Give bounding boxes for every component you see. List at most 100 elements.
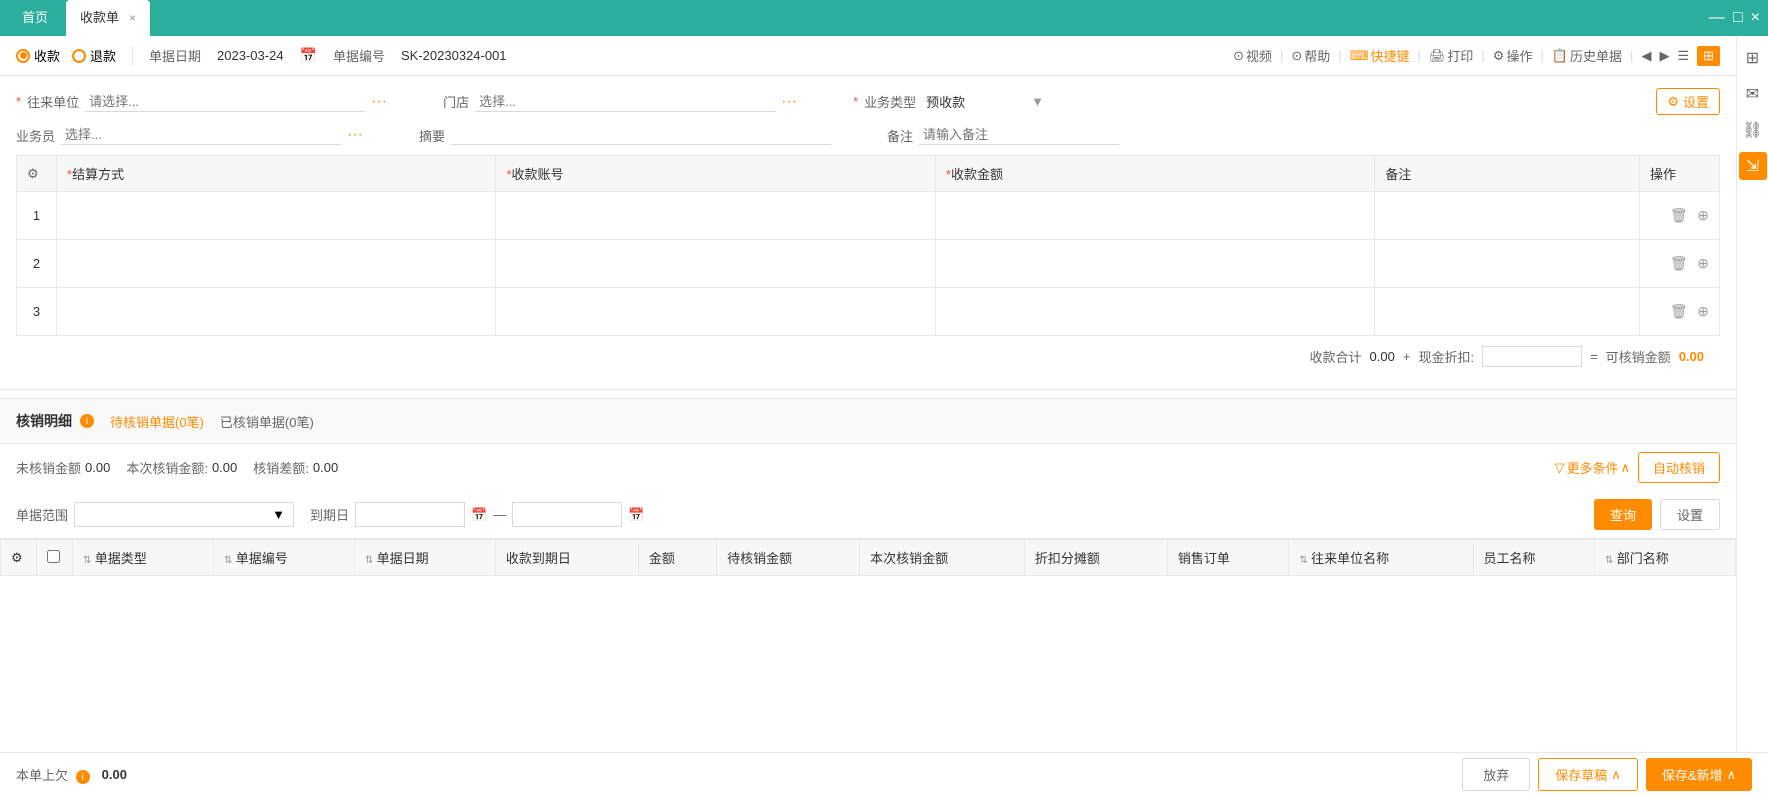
row-3-copy-icon[interactable]: ⊕ <box>1697 303 1709 319</box>
table-row: 3 🗑 ⊕ <box>17 288 1720 336</box>
sidebar-mail-icon[interactable]: ✉ <box>1739 80 1767 108</box>
store-field: 门店 ··· <box>443 92 797 112</box>
type-radio-group: 收款 退款 <box>16 46 116 65</box>
grid-view-icon[interactable]: ⊞ <box>1697 46 1720 66</box>
row-3-account[interactable] <box>496 288 935 336</box>
more-conditions-btn[interactable]: ▽ 更多条件 ∧ <box>1554 458 1630 477</box>
row-3-delete-icon[interactable]: 🗑 <box>1670 303 1688 319</box>
chevron-up-icon: ∧ <box>1620 460 1630 476</box>
print-action[interactable]: 🖨 打印 <box>1429 46 1474 65</box>
row-1-account[interactable] <box>496 192 935 240</box>
settings-button[interactable]: ⚙ 设置 <box>1656 88 1720 115</box>
form-row-1: * 往来单位 ··· 门店 ··· * 业务类型 预收款 ▼ ⚙ 设置 <box>16 88 1720 115</box>
form-row-2: 业务员 ··· 摘要 备注 <box>16 125 1720 145</box>
shortcut-action[interactable]: ⌨ 快捷键 <box>1350 46 1410 65</box>
row-1-amount[interactable] <box>935 192 1374 240</box>
unverified-stat: 未核销金额 0.00 <box>16 458 110 477</box>
right-sidebar: ⊞ ✉ ⛓ ⇲ <box>1736 36 1768 796</box>
done-tab[interactable]: 已核销单据(0笔) <box>220 412 314 431</box>
table-settings-icon[interactable]: ⚙ <box>27 166 39 181</box>
history-action[interactable]: 📋 历史单据 <box>1552 46 1622 65</box>
current-value: 0.00 <box>212 460 237 475</box>
row-1-delete-icon[interactable]: 🗑 <box>1670 207 1688 223</box>
video-action[interactable]: ⊙ 视频 <box>1233 46 1272 65</box>
row-1-actions: 🗑 ⊕ <box>1640 192 1720 240</box>
filter-actions: 查询 设置 <box>1594 499 1720 530</box>
cal-from-icon[interactable]: 📅 <box>471 507 487 523</box>
bottom-th-type: ⇅ 单据类型 <box>73 540 214 576</box>
operation-action[interactable]: ⚙ 操作 <box>1493 46 1533 65</box>
date-to-input[interactable]: 2022-04-12 <box>512 502 622 527</box>
bottom-th-amount: 金额 <box>638 540 716 576</box>
cal-to-icon[interactable]: 📅 <box>628 507 644 523</box>
store-input[interactable] <box>475 92 775 112</box>
partner-ellipsis[interactable]: ··· <box>371 93 387 111</box>
range-select[interactable]: ▼ <box>74 502 294 527</box>
business-type-label: 业务类型 <box>864 92 916 111</box>
row-3-remark[interactable] <box>1375 288 1640 336</box>
date-from-input[interactable]: 2022-04-01 <box>355 502 465 527</box>
help-action[interactable]: ⊙ 帮助 <box>1291 46 1330 65</box>
filter-settings-button[interactable]: 设置 <box>1660 499 1720 530</box>
due-date-label: 到期日 <box>310 505 349 524</box>
save-new-arrow-icon[interactable]: ∧ <box>1726 767 1736 783</box>
verification-info-icon[interactable]: i <box>80 414 94 428</box>
row-2-account[interactable] <box>496 240 935 288</box>
radio-collect[interactable]: 收款 <box>16 46 60 65</box>
business-type-dropdown[interactable]: ▼ <box>1031 94 1044 109</box>
tab-collection[interactable]: 收款单 × <box>66 0 150 36</box>
save-draft-button[interactable]: 保存草稿 ∧ <box>1538 758 1638 791</box>
row-3-settlement[interactable] <box>57 288 496 336</box>
bottom-th-partner: ⇅ 往来单位名称 <box>1289 540 1473 576</box>
row-3-amount[interactable] <box>935 288 1374 336</box>
query-button[interactable]: 查询 <box>1594 499 1652 530</box>
date-label: 单据日期 <box>149 46 201 65</box>
store-ellipsis[interactable]: ··· <box>781 93 797 111</box>
minimize-icon[interactable]: — <box>1709 9 1725 27</box>
row-2-amount[interactable] <box>935 240 1374 288</box>
tab-close-icon[interactable]: × <box>129 0 136 36</box>
select-all-checkbox[interactable] <box>47 550 60 563</box>
row-1-remark[interactable] <box>1375 192 1640 240</box>
save-draft-arrow-icon[interactable]: ∧ <box>1611 767 1621 783</box>
sidebar-link-icon[interactable]: ⛓ <box>1739 116 1767 144</box>
help-icon: ⊙ <box>1291 48 1302 64</box>
sidebar-expand-icon[interactable]: ⇲ <box>1739 152 1767 180</box>
save-new-button[interactable]: 保存&新增 ∧ <box>1646 758 1752 791</box>
abandon-button[interactable]: 放弃 <box>1462 758 1530 791</box>
row-2-copy-icon[interactable]: ⊕ <box>1697 255 1709 271</box>
radio-refund[interactable]: 退款 <box>72 46 116 65</box>
row-1-settlement[interactable] <box>57 192 496 240</box>
sidebar-table-icon[interactable]: ⊞ <box>1739 44 1767 72</box>
pending-tab[interactable]: 待核销单据(0笔) <box>110 412 204 431</box>
staff-input[interactable] <box>61 125 341 145</box>
row-1-copy-icon[interactable]: ⊕ <box>1697 207 1709 223</box>
limit-info-icon[interactable]: i <box>76 770 90 784</box>
discount-input[interactable] <box>1482 346 1582 367</box>
verification-header: 核销明细 i 待核销单据(0笔) 已核销单据(0笔) <box>0 398 1736 444</box>
maximize-icon[interactable]: □ <box>1733 9 1743 27</box>
partner-field: * 往来单位 ··· <box>16 92 387 112</box>
history-label: 历史单据 <box>1570 46 1622 65</box>
remark-input[interactable] <box>919 125 1119 145</box>
stats-row: 未核销金额 0.00 本次核销金额: 0.00 核销差额: 0.00 ▽ 更多条… <box>0 444 1736 491</box>
staff-ellipsis[interactable]: ··· <box>347 126 363 144</box>
row-2-settlement[interactable] <box>57 240 496 288</box>
th-account: *收款账号 <box>496 156 935 192</box>
close-window-icon[interactable]: × <box>1751 9 1760 27</box>
radio-refund-label: 退款 <box>90 46 116 65</box>
partner-input[interactable] <box>85 92 365 112</box>
table-row: 1 🗑 ⊕ <box>17 192 1720 240</box>
nav-right-icon[interactable]: ▶ <box>1659 48 1669 64</box>
nav-left-icon[interactable]: ◀ <box>1641 48 1651 64</box>
calendar-icon[interactable]: 📅 <box>300 47 317 64</box>
row-2-delete-icon[interactable]: 🗑 <box>1670 255 1688 271</box>
bottom-table-settings-icon[interactable]: ⚙ <box>11 550 23 565</box>
list-view-icon[interactable]: ☰ <box>1677 48 1689 64</box>
business-type-required: * <box>853 94 858 109</box>
summary-input[interactable] <box>451 125 831 145</box>
discount-label: 现金折扣: <box>1418 347 1474 366</box>
auto-verify-button[interactable]: 自动核销 <box>1638 452 1720 483</box>
row-2-remark[interactable] <box>1375 240 1640 288</box>
tab-home[interactable]: 首页 <box>8 0 62 36</box>
